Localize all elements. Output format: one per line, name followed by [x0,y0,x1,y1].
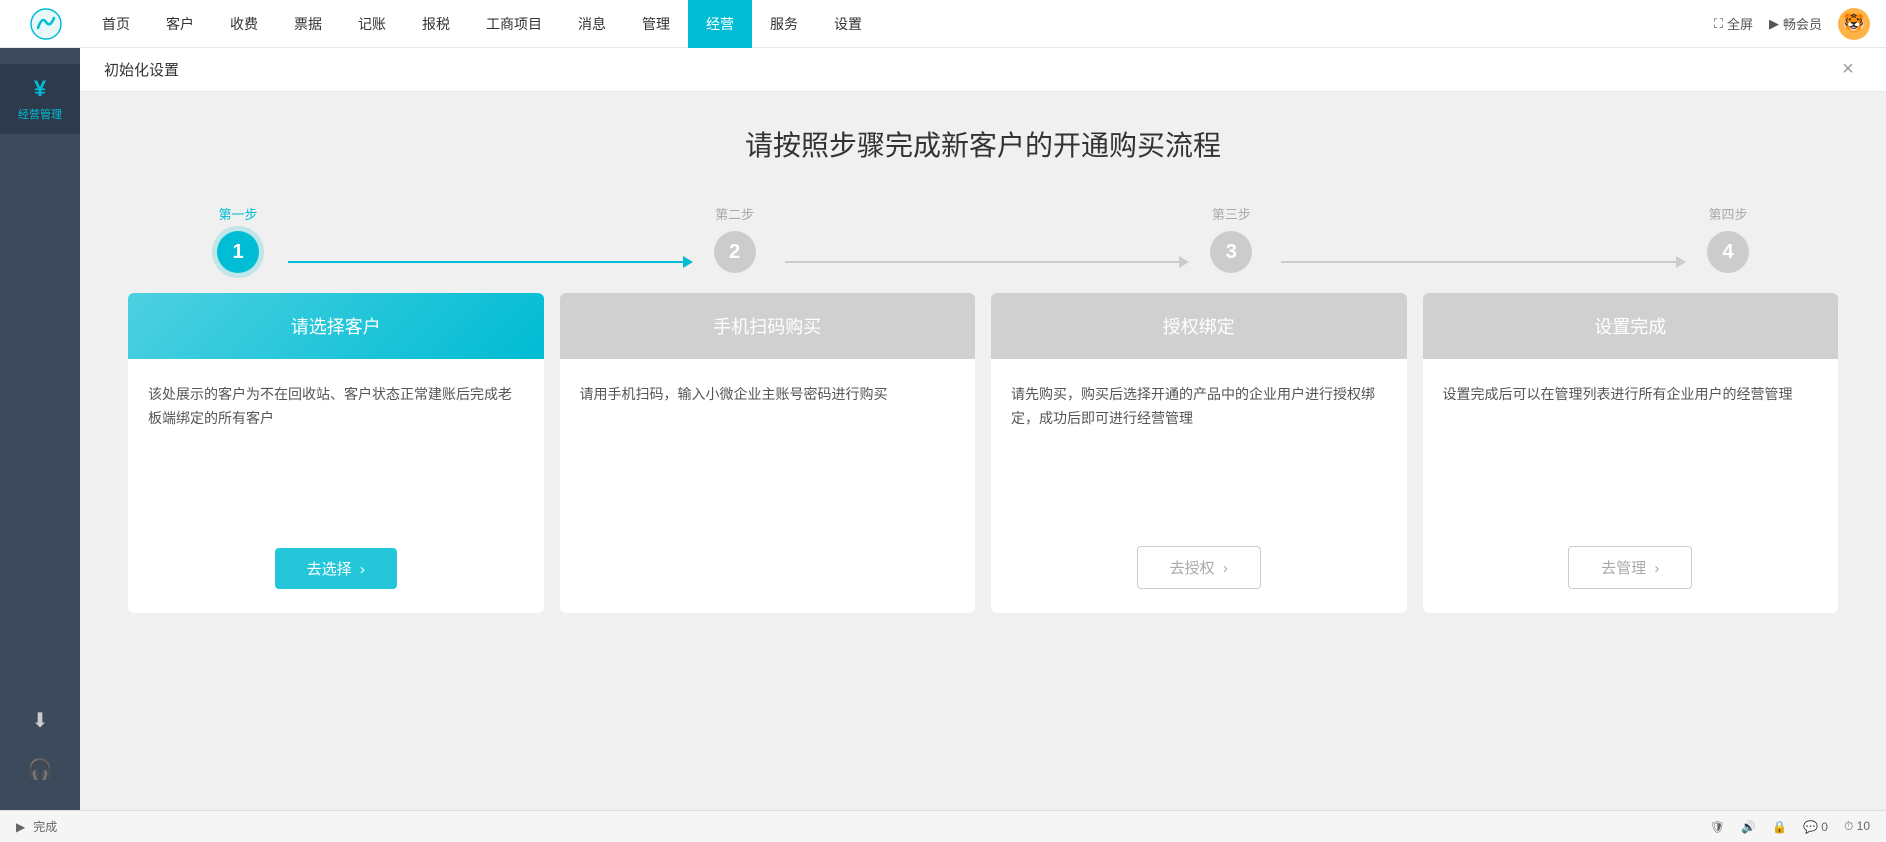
nav-item-记账[interactable]: 记账 [340,0,404,48]
step-3: 第三步 3 [1181,204,1281,273]
nav-items: 首页客户收费票据记账报税工商项目消息管理经营服务设置 [84,0,1714,48]
nav-item-客户[interactable]: 客户 [148,0,212,48]
step-2-circle: 2 [714,231,756,273]
card-body-1: 该处展示的客户为不在回收站、客户状态正常建账后完成老板端绑定的所有客户 [128,359,544,532]
connector-2 [785,261,1182,263]
card-footer-1: 去选择 › [128,532,544,613]
step-4: 第四步 4 [1678,204,1778,273]
step-card-3: 授权绑定 请先购买，购买后选择开通的产品中的企业用户进行授权绑定，成功后即可进行… [991,293,1407,613]
card-btn-4[interactable]: 去管理 › [1568,546,1692,589]
bottom-bar-left: ▶ 完成 [16,818,57,835]
step-card-4: 设置完成 设置完成后可以在管理列表进行所有企业用户的经营管理 去管理 › [1423,293,1839,613]
card-footer-2 [560,573,976,613]
card-header-1: 请选择客户 [128,293,544,359]
nav-item-经营[interactable]: 经营 [688,0,752,48]
nav-item-收费[interactable]: 收费 [212,0,276,48]
content-title: 初始化设置 [104,59,179,80]
card-header-2: 手机扫码购买 [560,293,976,359]
step-4-label: 第四步 [1709,204,1748,223]
yuan-icon: ¥ [34,76,46,102]
message-count: 💬 0 [1803,820,1828,834]
arrow-1 [683,256,693,268]
cards-row: 请选择客户 该处展示的客户为不在回收站、客户状态正常建账后完成老板端绑定的所有客… [128,293,1838,613]
card-footer-4: 去管理 › [1423,530,1839,613]
logo[interactable] [16,8,76,40]
step-1: 第一步 1 [188,204,288,273]
nav-item-首页[interactable]: 首页 [84,0,148,48]
lock-icon: 🔒 [1772,820,1787,834]
step-3-circle: 3 [1210,231,1252,273]
nav-item-工商项目[interactable]: 工商项目 [468,0,560,48]
sidebar-bottom: ⬇ 🎧 [0,696,80,810]
card-btn-1[interactable]: 去选择 › [275,548,397,589]
download-icon: ⬇ [32,708,49,733]
page-heading: 请按照步骤完成新客户的开通购买流程 [128,124,1838,164]
shield-icon: 🛡 [1710,820,1725,834]
headset-icon: 🎧 [28,757,53,782]
bottom-bar-right: 🛡 🔊 🔒 💬 0 ⏱ 10 [1710,819,1870,834]
steps-row: 第一步 1 第二步 2 第三步 3 [128,204,1838,273]
fullscreen-button[interactable]: ⛶ 全屏 [1714,14,1753,33]
close-button[interactable]: × [1834,56,1862,84]
member-label: 畅会员 [1783,14,1822,33]
top-navigation: 首页客户收费票据记账报税工商项目消息管理经营服务设置 ⛶ 全屏 ▶ 畅会员 🐯 [0,0,1886,48]
play-icon: ▶ [1769,16,1779,32]
connector-3 [1281,261,1678,263]
nav-item-设置[interactable]: 设置 [816,0,880,48]
bottom-bar: ▶ 完成 🛡 🔊 🔒 💬 0 ⏱ 10 [0,810,1886,842]
sidebar-item-management[interactable]: ¥ 经营管理 [0,64,80,134]
nav-item-消息[interactable]: 消息 [560,0,624,48]
step-card-1: 请选择客户 该处展示的客户为不在回收站、客户状态正常建账后完成老板端绑定的所有客… [128,293,544,613]
nav-item-报税[interactable]: 报税 [404,0,468,48]
main-layout: ¥ 经营管理 ⬇ 🎧 初始化设置 × 请按照步骤完成新客户的开通购买流程 [0,48,1886,810]
sidebar: ¥ 经营管理 ⬇ 🎧 [0,48,80,810]
arrow-2 [1179,256,1189,268]
card-header-4: 设置完成 [1423,293,1839,359]
step-4-circle: 4 [1707,231,1749,273]
step-1-circle: 1 [217,231,259,273]
arrow-3 [1676,256,1686,268]
content-header: 初始化设置 × [80,48,1886,92]
step-1-label: 第一步 [218,204,257,223]
volume-icon: 🔊 [1741,820,1756,834]
step-2-label: 第二步 [715,204,754,223]
step-2: 第二步 2 [685,204,785,273]
content-body: 请按照步骤完成新客户的开通购买流程 第一步 1 第二步 2 [80,92,1886,810]
card-header-3: 授权绑定 [991,293,1407,359]
sidebar-support[interactable]: 🎧 [0,745,80,794]
nav-item-票据[interactable]: 票据 [276,0,340,48]
play-status-icon: ▶ [16,820,25,834]
sidebar-item-label: 经营管理 [18,106,62,122]
sidebar-download[interactable]: ⬇ [0,696,80,745]
timer-count: ⏱ 10 [1844,819,1870,834]
nav-item-管理[interactable]: 管理 [624,0,688,48]
content-area: 初始化设置 × 请按照步骤完成新客户的开通购买流程 第一步 1 第二步 [80,48,1886,810]
nav-right: ⛶ 全屏 ▶ 畅会员 🐯 [1714,8,1870,40]
card-btn-3[interactable]: 去授权 › [1137,546,1261,589]
card-body-2: 请用手机扫码，输入小微企业主账号密码进行购买 [560,359,976,573]
connector-1 [288,261,685,263]
nav-item-服务[interactable]: 服务 [752,0,816,48]
fullscreen-icon: ⛶ [1714,16,1723,32]
fullscreen-label: 全屏 [1727,14,1753,33]
card-body-3: 请先购买，购买后选择开通的产品中的企业用户进行授权绑定，成功后即可进行经营管理 [991,359,1407,530]
member-button[interactable]: ▶ 畅会员 [1769,14,1822,33]
card-footer-3: 去授权 › [991,530,1407,613]
step-3-label: 第三步 [1212,204,1251,223]
avatar[interactable]: 🐯 [1838,8,1870,40]
status-label: 完成 [33,818,57,835]
step-card-2: 手机扫码购买 请用手机扫码，输入小微企业主账号密码进行购买 [560,293,976,613]
card-body-4: 设置完成后可以在管理列表进行所有企业用户的经营管理 [1423,359,1839,530]
